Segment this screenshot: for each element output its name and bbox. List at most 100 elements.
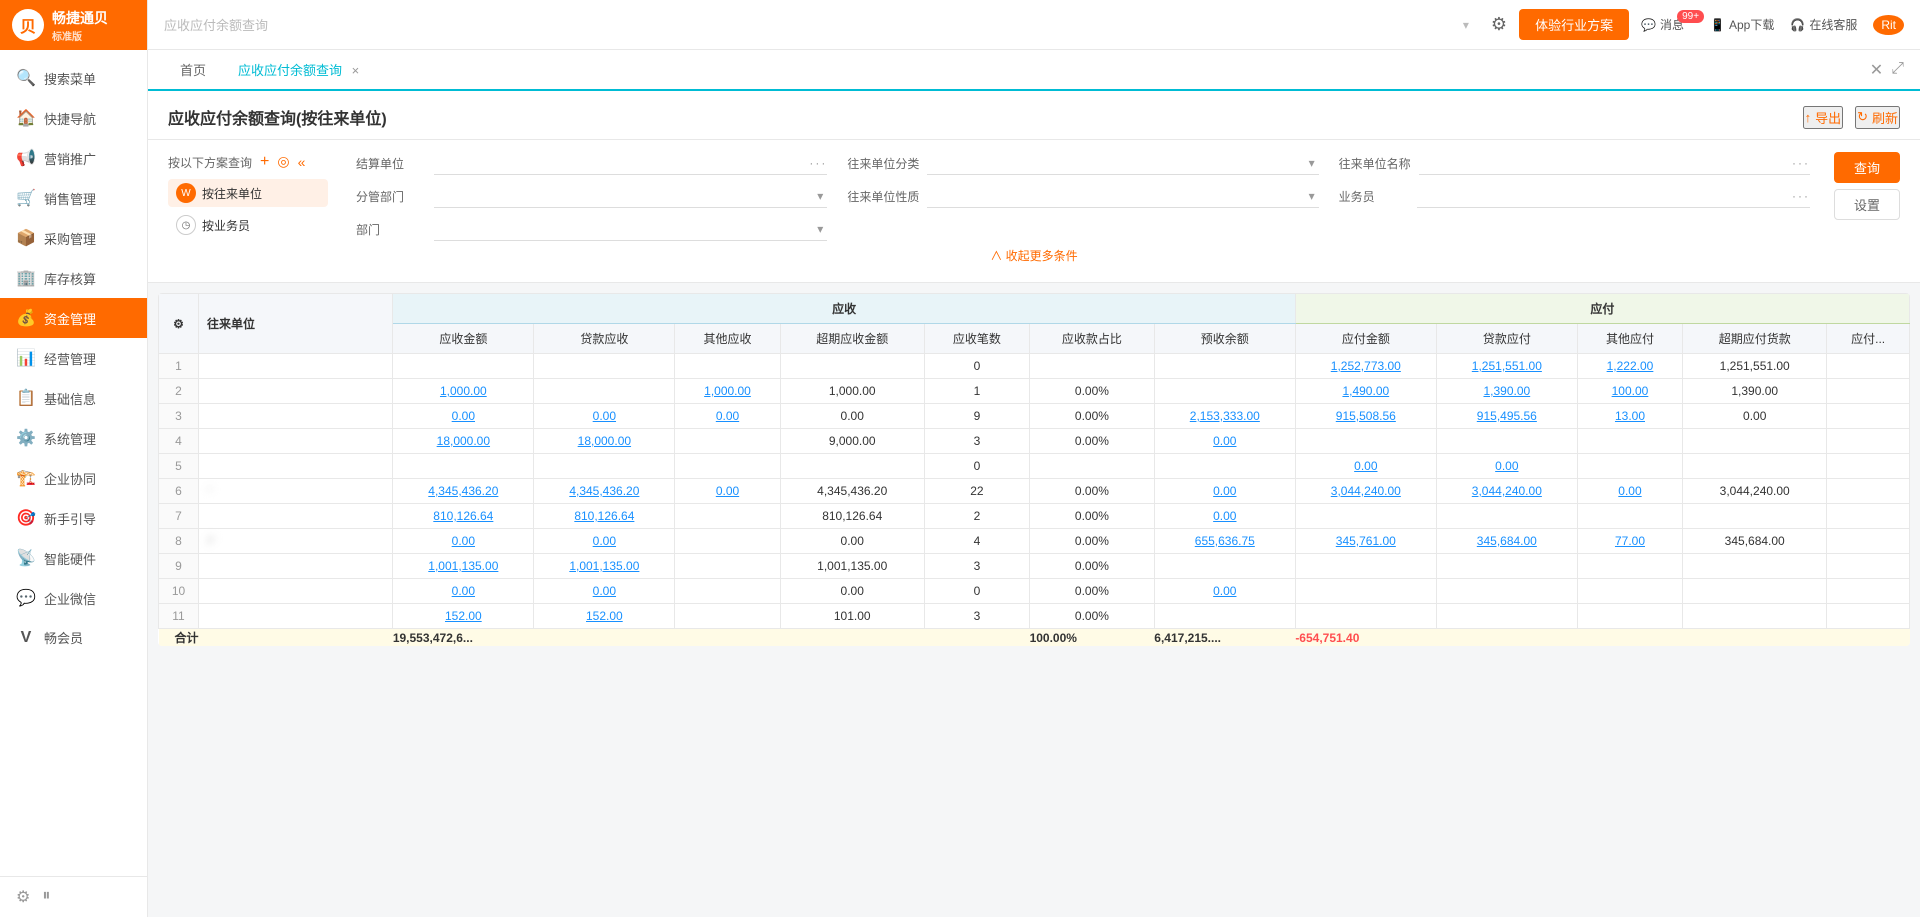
sidebar-item-smart-hw[interactable]: 📡 智能硬件 [0, 538, 147, 578]
sidebar-item-sales[interactable]: 🛒 销售管理 [0, 178, 147, 218]
table-cell-9-8[interactable]: 0.00 [1154, 579, 1295, 604]
refresh-button[interactable]: ↻ 刷新 [1855, 106, 1900, 129]
table-cell-10-3[interactable]: 152.00 [534, 604, 675, 629]
table-cell-9-3[interactable]: 0.00 [534, 579, 675, 604]
partner-name-input[interactable]: ··· [1419, 152, 1810, 175]
table-cell-6-6: 2 [924, 504, 1029, 529]
settlement-unit-input[interactable]: ··· [434, 152, 827, 175]
filter-add-icon[interactable]: + [260, 153, 269, 171]
table-cell-8-2[interactable]: 1,001,135.00 [393, 554, 534, 579]
sidebar-collapse-btn[interactable]: ⏸ [42, 887, 50, 907]
table-cell-5-11[interactable]: 0.00 [1577, 479, 1682, 504]
sidebar-item-search-menu[interactable]: 🔍 搜索菜单 [0, 58, 147, 98]
table-cell-1-4[interactable]: 1,000.00 [675, 379, 780, 404]
table-cell-2-4[interactable]: 0.00 [675, 404, 780, 429]
sidebar-item-wechat[interactable]: 💬 企业微信 [0, 578, 147, 618]
sidebar-item-operation[interactable]: 📊 经营管理 [0, 338, 147, 378]
app-download-button[interactable]: 📱 App下载 [1710, 16, 1774, 33]
table-cell-2-3[interactable]: 0.00 [534, 404, 675, 429]
partner-category-input[interactable]: ▾ [927, 152, 1318, 175]
tab-expand-btn[interactable]: ⤢ [1891, 60, 1904, 80]
tab-home[interactable]: 首页 [164, 50, 222, 89]
table-cell-5-9[interactable]: 3,044,240.00 [1295, 479, 1436, 504]
table-cell-3-8[interactable]: 0.00 [1154, 429, 1295, 454]
table-cell-6-2[interactable]: 810,126.64 [393, 504, 534, 529]
messages-button[interactable]: 💬 消息 99+ [1641, 16, 1694, 33]
table-cell-8-3[interactable]: 1,001,135.00 [534, 554, 675, 579]
table-cell-5-3[interactable]: 4,345,436.20 [534, 479, 675, 504]
sidebar-item-guide[interactable]: 🎯 新手引导 [0, 498, 147, 538]
query-button[interactable]: 查询 [1834, 152, 1900, 183]
table-cell-1-9[interactable]: 1,490.00 [1295, 379, 1436, 404]
table-cell-9-2[interactable]: 0.00 [393, 579, 534, 604]
tab-close-icon[interactable]: × [352, 63, 360, 78]
export-button[interactable]: ↑ 导出 [1803, 106, 1844, 129]
user-avatar[interactable]: Rit [1873, 18, 1904, 32]
sidebar-item-enterprise[interactable]: 🏗️ 企业协同 [0, 458, 147, 498]
filter-settings-icon[interactable]: ◎ [277, 153, 289, 170]
table-cell-4-7 [1030, 454, 1155, 479]
header-cta-button[interactable]: 体验行业方案 [1519, 9, 1629, 40]
table-cell-5-8[interactable]: 0.00 [1154, 479, 1295, 504]
filter-option-by-partner[interactable]: W 按往来单位 [168, 179, 328, 207]
table-cell-7-10[interactable]: 345,684.00 [1436, 529, 1577, 554]
sidebar-item-base-info[interactable]: 📋 基础信息 [0, 378, 147, 418]
col-settings-header[interactable]: ⚙ [159, 294, 199, 354]
table-cell-7-9[interactable]: 345,761.00 [1295, 529, 1436, 554]
table-cell-7-3[interactable]: 0.00 [534, 529, 675, 554]
table-cell-0-11[interactable]: 1,222.00 [1577, 354, 1682, 379]
sidebar-item-quick-nav[interactable]: 🏠 快捷导航 [0, 98, 147, 138]
table-cell-6-9 [1295, 504, 1436, 529]
table-cell-4-9[interactable]: 0.00 [1295, 454, 1436, 479]
col-group-ap: 应付 [1295, 294, 1909, 324]
table-cell-2-11[interactable]: 13.00 [1577, 404, 1682, 429]
table-settings-gear[interactable]: ⚙ [173, 317, 184, 331]
table-cell-0-9[interactable]: 1,252,773.00 [1295, 354, 1436, 379]
collapse-bar[interactable]: ∧ 收起更多条件 [168, 241, 1900, 270]
department-input[interactable]: ▾ [434, 218, 827, 241]
online-service-button[interactable]: 🎧 在线客服 [1790, 16, 1857, 33]
sidebar-item-marketing[interactable]: 📢 营销推广 [0, 138, 147, 178]
table-cell-5-4[interactable]: 0.00 [675, 479, 780, 504]
table-cell-2-2[interactable]: 0.00 [393, 404, 534, 429]
table-cell-6-3[interactable]: 810,126.64 [534, 504, 675, 529]
table-cell-6-8[interactable]: 0.00 [1154, 504, 1295, 529]
sidebar-item-purchase[interactable]: 📦 采购管理 [0, 218, 147, 258]
table-cell-7-4 [675, 529, 780, 554]
branch-dept-input[interactable]: ▾ [434, 185, 827, 208]
sidebar-item-finance[interactable]: 💰 资金管理 [0, 298, 147, 338]
table-cell-0-10[interactable]: 1,251,551.00 [1436, 354, 1577, 379]
table-cell-1-10[interactable]: 1,390.00 [1436, 379, 1577, 404]
table-cell-2-8[interactable]: 2,153,333.00 [1154, 404, 1295, 429]
salesperson-input[interactable]: ··· [1417, 185, 1810, 208]
sidebar-item-member[interactable]: V 畅会员 [0, 618, 147, 657]
table-cell-7-2[interactable]: 0.00 [393, 529, 534, 554]
table-cell-2-10[interactable]: 915,495.56 [1436, 404, 1577, 429]
sidebar-item-inventory[interactable]: 🏢 库存核算 [0, 258, 147, 298]
table-cell-3-3[interactable]: 18,000.00 [534, 429, 675, 454]
sidebar-item-sys-admin[interactable]: ⚙️ 系统管理 [0, 418, 147, 458]
partner-nature-input[interactable]: ▾ [927, 185, 1318, 208]
tab-close-window-btn[interactable]: ✕ [1870, 60, 1883, 80]
filter-area: 按以下方案查询 + ◎ « W 按往来单位 ◷ 按业务员 [148, 140, 1920, 283]
setting-button[interactable]: 设置 [1834, 189, 1900, 220]
table-cell-1-2[interactable]: 1,000.00 [393, 379, 534, 404]
quick-nav-icon: 🏠 [16, 108, 36, 128]
table-cell-2-9[interactable]: 915,508.56 [1295, 404, 1436, 429]
table-cell-7-8[interactable]: 655,636.75 [1154, 529, 1295, 554]
tab-ar-ap[interactable]: 应收应付余额查询 × [222, 50, 375, 91]
filter-collapse-icon[interactable]: « [298, 154, 306, 170]
sidebar-settings-btn[interactable]: ⚙ [16, 887, 30, 907]
filter-partner-name: 往来单位名称 ··· [1339, 152, 1810, 175]
table-cell-7-11[interactable]: 77.00 [1577, 529, 1682, 554]
table-cell-5-2[interactable]: 4,345,436.20 [393, 479, 534, 504]
table-cell-3-2[interactable]: 18,000.00 [393, 429, 534, 454]
header-settings-icon[interactable]: ⚙ [1491, 14, 1507, 35]
partner-name-label: 往来单位名称 [1339, 155, 1411, 172]
table-cell-5-10[interactable]: 3,044,240.00 [1436, 479, 1577, 504]
table-cell-1-11[interactable]: 100.00 [1577, 379, 1682, 404]
filter-option-by-business[interactable]: ◷ 按业务员 [168, 211, 328, 239]
table-footer-row: 合计 19,553,472,6... 100.00% 6,417,215....… [159, 629, 1910, 647]
table-cell-4-10[interactable]: 0.00 [1436, 454, 1577, 479]
table-cell-10-2[interactable]: 152.00 [393, 604, 534, 629]
